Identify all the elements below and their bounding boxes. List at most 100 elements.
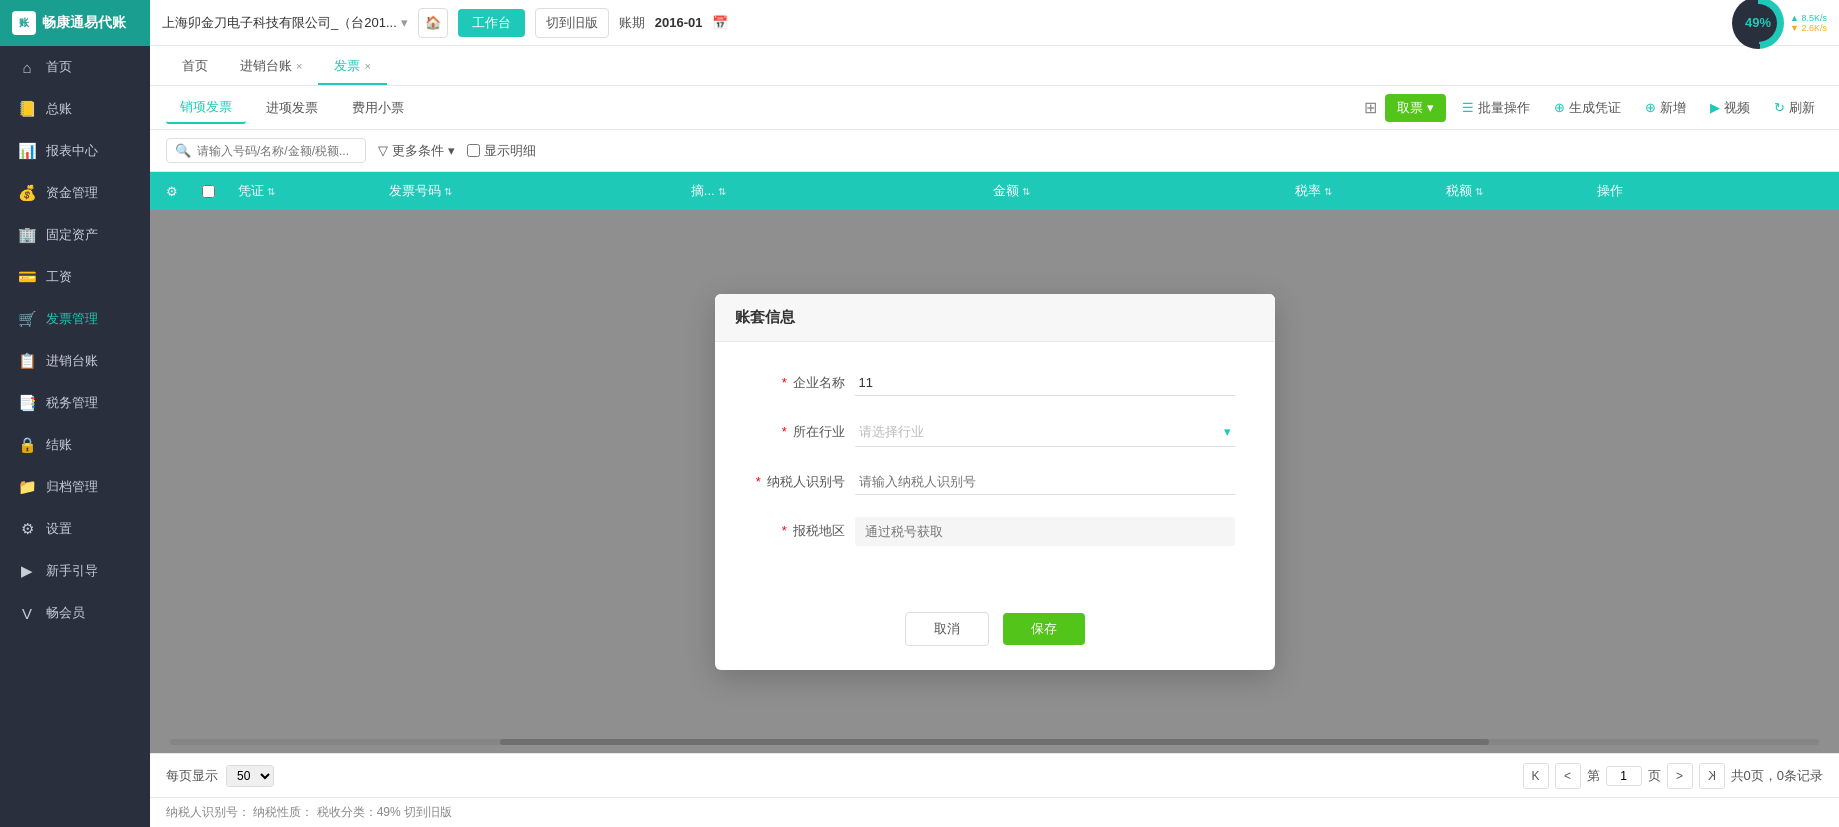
company-icon-btn[interactable]: 🏠 bbox=[418, 8, 448, 38]
sidebar-item-archive[interactable]: 📁 归档管理 bbox=[0, 466, 150, 508]
last-page-button[interactable]: K bbox=[1699, 763, 1725, 789]
sidebar-item-ledger[interactable]: 📒 总账 bbox=[0, 88, 150, 130]
sidebar-item-label-report: 报表中心 bbox=[46, 142, 98, 160]
th-action: 操作 bbox=[1597, 182, 1823, 200]
content-area: 销项发票 进项发票 费用小票 ⊞ 取票 ▾ ☰ 批量操作 ⊕ bbox=[150, 86, 1839, 797]
th-tax-rate[interactable]: 税率 ⇅ bbox=[1295, 182, 1446, 200]
video-button[interactable]: ▶ 视频 bbox=[1702, 95, 1758, 121]
sidebar-item-salary[interactable]: 💳 工资 bbox=[0, 256, 150, 298]
sidebar-item-report[interactable]: 📊 报表中心 bbox=[0, 130, 150, 172]
th-tax-label: 税额 bbox=[1446, 182, 1472, 200]
th-tax-rate-label: 税率 bbox=[1295, 182, 1321, 200]
nav-tab-home[interactable]: 首页 bbox=[166, 49, 224, 85]
batch-op-button[interactable]: ☰ 批量操作 bbox=[1454, 95, 1538, 121]
sidebar-item-close[interactable]: 🔒 结账 bbox=[0, 424, 150, 466]
sidebar-item-guide[interactable]: ▶ 新手引导 bbox=[0, 550, 150, 592]
sidebar: 账 畅康通易代账 ⌂ 首页 📒 总账 📊 报表中心 💰 资金管理 🏢 固定资产 … bbox=[0, 0, 150, 827]
show-detail-checkbox[interactable] bbox=[467, 144, 480, 157]
th-amount-label: 金额 bbox=[993, 182, 1019, 200]
sub-tab-expense[interactable]: 费用小票 bbox=[338, 93, 418, 123]
th-checkbox[interactable] bbox=[202, 185, 238, 198]
nav-tab-invoice[interactable]: 发票 × bbox=[318, 49, 386, 85]
nav-tab-purchase[interactable]: 进销台账 × bbox=[224, 49, 318, 85]
refresh-icon: ↻ bbox=[1774, 100, 1785, 115]
calendar-icon[interactable]: 📅 bbox=[712, 15, 728, 30]
prev-page-button[interactable]: < bbox=[1555, 763, 1581, 789]
sidebar-item-label-ledger: 总账 bbox=[46, 100, 72, 118]
refresh-button[interactable]: ↻ 刷新 bbox=[1766, 95, 1823, 121]
pagination-controls: K < 第 页 > K 共0页，0条记录 bbox=[1523, 763, 1823, 789]
sub-tab-sales-label: 销项发票 bbox=[180, 99, 232, 114]
modal-title: 账套信息 bbox=[735, 308, 795, 325]
th-settings: ⚙ bbox=[166, 184, 202, 199]
invoice-nav-icon: 🛒 bbox=[18, 310, 36, 328]
logo-text: 畅康通易代账 bbox=[42, 14, 126, 32]
company-dropdown-icon[interactable]: ▾ bbox=[401, 15, 408, 30]
industry-select-wrapper[interactable]: 请选择行业 ▾ bbox=[855, 418, 1235, 447]
purchase-nav-icon: 📋 bbox=[18, 352, 36, 370]
sidebar-item-member[interactable]: V 畅会员 bbox=[0, 592, 150, 634]
workbench-button[interactable]: 工作台 bbox=[458, 9, 525, 37]
sidebar-item-home[interactable]: ⌂ 首页 bbox=[0, 46, 150, 88]
company-name: 上海卯金刀电子科技有限公司_（台201... ▾ bbox=[162, 14, 408, 32]
modal-footer: 取消 保存 bbox=[715, 596, 1275, 670]
sub-tab-purchase[interactable]: 进项发票 bbox=[252, 93, 332, 123]
ticket-dropdown-icon[interactable]: ▾ bbox=[1427, 100, 1434, 115]
search-box: 🔍 bbox=[166, 138, 366, 163]
sub-tab-purchase-label: 进项发票 bbox=[266, 100, 318, 115]
ticket-button[interactable]: 取票 ▾ bbox=[1385, 94, 1446, 122]
th-invoice-no-label: 发票号码 bbox=[389, 182, 441, 200]
sub-tab-expense-label: 费用小票 bbox=[352, 100, 404, 115]
topbar: 上海卯金刀电子科技有限公司_（台201... ▾ 🏠 工作台 切到旧版 账期 2… bbox=[150, 0, 1839, 46]
nav-tab-purchase-label: 进销台账 bbox=[240, 57, 292, 75]
th-voucher[interactable]: 凭证 ⇅ bbox=[238, 182, 389, 200]
archive-nav-icon: 📁 bbox=[18, 478, 36, 496]
current-page-input[interactable] bbox=[1606, 766, 1642, 786]
per-page-select[interactable]: 50 bbox=[226, 765, 274, 787]
cancel-button[interactable]: 取消 bbox=[905, 612, 989, 646]
total-records-text: 共0页，0条记录 bbox=[1731, 767, 1823, 785]
nav-tab-invoice-label: 发票 bbox=[334, 57, 360, 75]
industry-select[interactable]: 请选择行业 ▾ bbox=[855, 418, 1235, 446]
ticket-btn-label: 取票 bbox=[1397, 99, 1423, 117]
first-page-button[interactable]: K bbox=[1523, 763, 1549, 789]
speed-indicator: 49% bbox=[1732, 0, 1784, 49]
nav-tabs: 首页 进销台账 × 发票 × bbox=[150, 46, 1839, 86]
report-nav-icon: 📊 bbox=[18, 142, 36, 160]
batch-op-icon: ☰ bbox=[1462, 100, 1474, 115]
grid-view-icon[interactable]: ⊞ bbox=[1364, 98, 1377, 117]
next-page-button[interactable]: > bbox=[1667, 763, 1693, 789]
toolbar-right: ⊞ 取票 ▾ ☰ 批量操作 ⊕ 生成凭证 ⊕ 新增 ▶ bbox=[1364, 94, 1823, 122]
sidebar-item-tax[interactable]: 📑 税务管理 bbox=[0, 382, 150, 424]
th-status[interactable]: 摘... ⇅ bbox=[691, 182, 993, 200]
more-conditions-button[interactable]: ▽ 更多条件 ▾ bbox=[378, 142, 455, 160]
settings-nav-icon: ⚙ bbox=[18, 520, 36, 538]
sidebar-item-label-salary: 工资 bbox=[46, 268, 72, 286]
sidebar-item-invoice[interactable]: 🛒 发票管理 bbox=[0, 298, 150, 340]
save-button[interactable]: 保存 bbox=[1003, 613, 1085, 645]
gen-voucher-button[interactable]: ⊕ 生成凭证 bbox=[1546, 95, 1629, 121]
sub-tabs-bar: 销项发票 进项发票 费用小票 ⊞ 取票 ▾ ☰ 批量操作 ⊕ bbox=[150, 86, 1839, 130]
industry-row: * 所在行业 请选择行业 ▾ bbox=[755, 418, 1235, 447]
th-invoice-no[interactable]: 发票号码 ⇅ bbox=[389, 182, 691, 200]
th-tax[interactable]: 税额 ⇅ bbox=[1446, 182, 1597, 200]
search-input[interactable] bbox=[197, 144, 357, 158]
company-name-input[interactable] bbox=[855, 370, 1235, 396]
period-value: 2016-01 bbox=[655, 15, 703, 30]
required-mark-1: * bbox=[782, 375, 787, 390]
sidebar-item-label-purchase: 进销台账 bbox=[46, 352, 98, 370]
sidebar-item-purchase[interactable]: 📋 进销台账 bbox=[0, 340, 150, 382]
speed-upload: ▲ 8.5K/s bbox=[1790, 13, 1827, 23]
switch-old-button[interactable]: 切到旧版 bbox=[535, 8, 609, 38]
close-purchase-tab-icon[interactable]: × bbox=[296, 60, 302, 72]
th-amount[interactable]: 金额 ⇅ bbox=[993, 182, 1295, 200]
close-invoice-tab-icon[interactable]: × bbox=[364, 60, 370, 72]
tax-id-input[interactable] bbox=[855, 469, 1235, 495]
new-button[interactable]: ⊕ 新增 bbox=[1637, 95, 1694, 121]
page-label-after: 页 bbox=[1648, 767, 1661, 785]
refresh-label: 刷新 bbox=[1789, 99, 1815, 117]
sidebar-item-fixed[interactable]: 🏢 固定资产 bbox=[0, 214, 150, 256]
sidebar-item-capital[interactable]: 💰 资金管理 bbox=[0, 172, 150, 214]
sub-tab-sales[interactable]: 销项发票 bbox=[166, 92, 246, 124]
sidebar-item-settings[interactable]: ⚙ 设置 bbox=[0, 508, 150, 550]
